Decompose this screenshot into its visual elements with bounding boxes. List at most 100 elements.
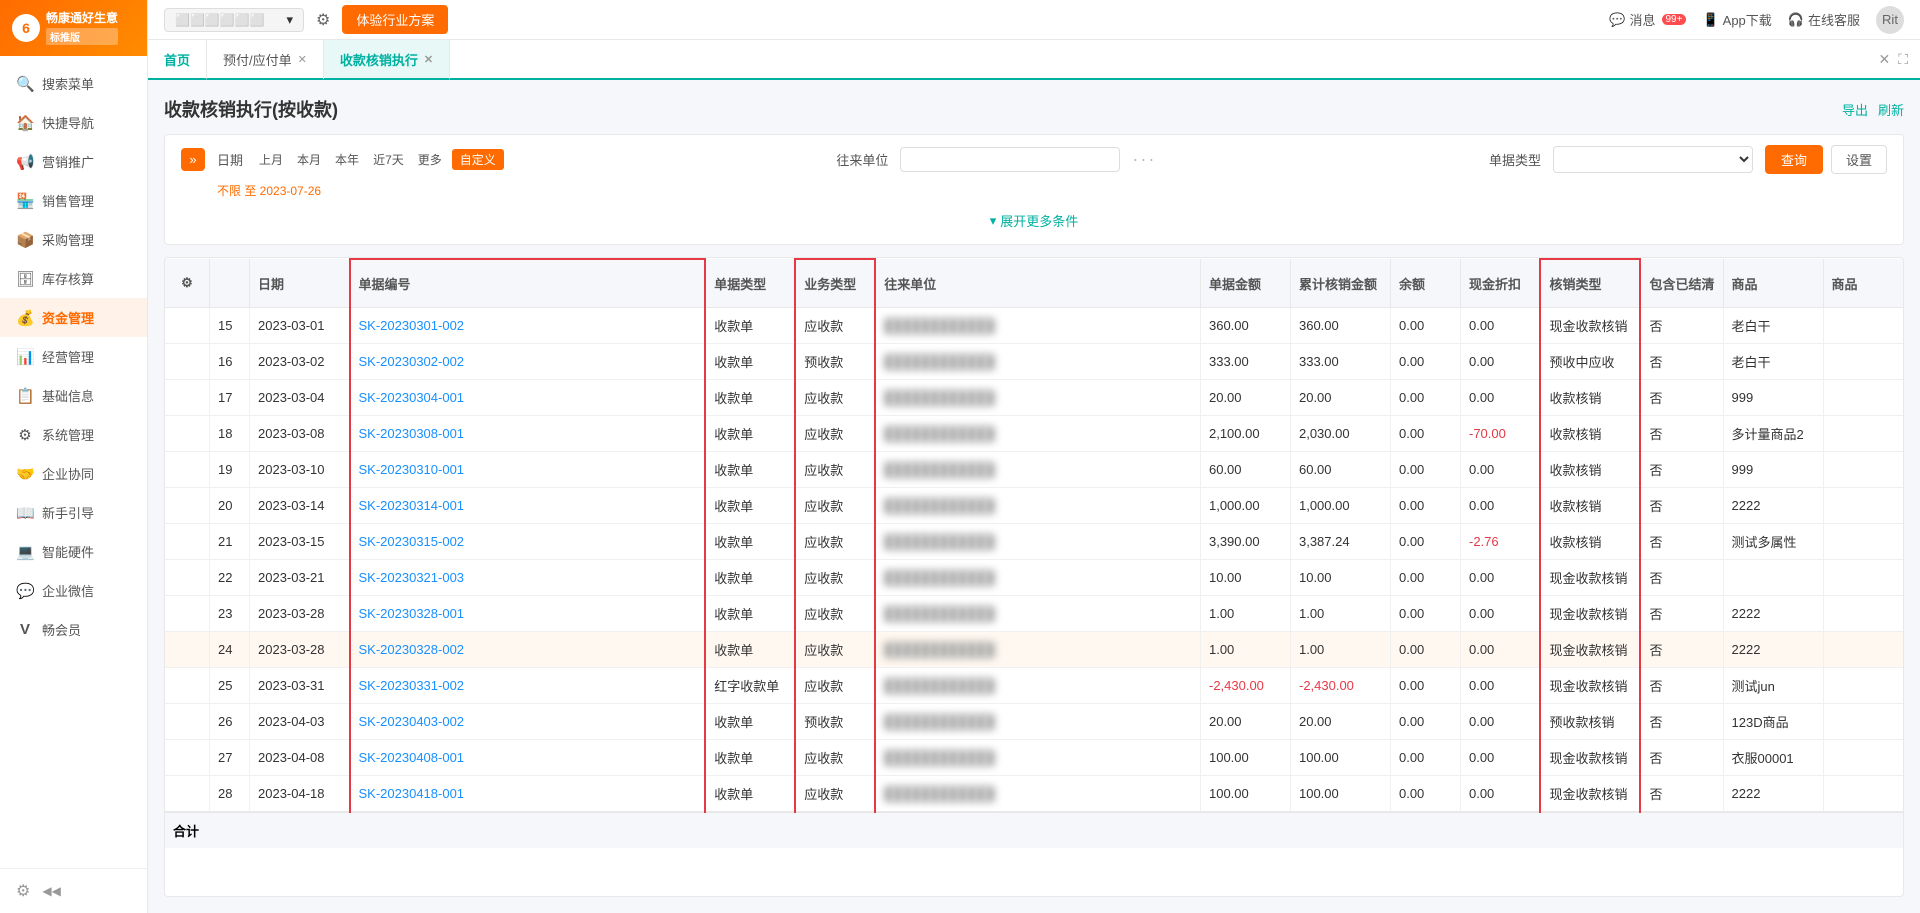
app-download-action[interactable]: 📱 App下载 — [1702, 10, 1771, 29]
table-row[interactable]: 182023-03-08SK-20230308-001收款单应收款███████… — [165, 416, 1903, 452]
cell-bill-amount: 1.00 — [1200, 596, 1290, 632]
sidebar-item-label: 新手引导 — [42, 503, 94, 522]
date-more-btn[interactable]: 更多 — [414, 149, 446, 170]
sidebar-item-finance[interactable]: 💰 资金管理 — [0, 298, 147, 337]
table-row[interactable]: 242023-03-28SK-20230328-002收款单应收款███████… — [165, 632, 1903, 668]
tab-fullscreen-icon[interactable]: ⛶ — [1898, 51, 1908, 68]
expand-more-button[interactable]: ▾ 展开更多条件 — [181, 207, 1887, 234]
brand-selector[interactable]: ⬜⬜⬜⬜⬜⬜ ▾ — [164, 8, 304, 32]
cell-bill-no[interactable]: SK-20230304-001 — [350, 380, 706, 416]
table-row[interactable]: 252023-03-31SK-20230331-002红字收款单应收款█████… — [165, 668, 1903, 704]
cell-include-settled: 否 — [1640, 740, 1723, 776]
cell-biz-type: 应收款 — [795, 308, 875, 344]
solution-button[interactable]: 体验行业方案 — [342, 5, 448, 34]
table-row[interactable]: 212023-03-15SK-20230315-002收款单应收款███████… — [165, 524, 1903, 560]
sidebar-item-label: 搜索菜单 — [42, 74, 94, 93]
tab-prepay[interactable]: 预付/应付单 ✕ — [207, 39, 324, 79]
sidebar-item-operation[interactable]: 📊 经营管理 — [0, 337, 147, 376]
tab-close-all-icon[interactable]: ✕ — [1878, 51, 1890, 68]
sidebar-item-marketing[interactable]: 📢 营销推广 — [0, 142, 147, 181]
cell-bill-no[interactable]: SK-20230328-002 — [350, 632, 706, 668]
table-row[interactable]: 192023-03-10SK-20230310-001收款单应收款███████… — [165, 452, 1903, 488]
date-custom-button[interactable]: 自定义 — [452, 149, 504, 170]
tab-home[interactable]: 首页 — [148, 40, 207, 80]
settings-gear-icon[interactable]: ⚙ — [316, 10, 330, 30]
table-row[interactable]: 152023-03-01SK-20230301-002收款单应收款███████… — [165, 308, 1903, 344]
col-settings[interactable]: ⚙ — [165, 259, 210, 308]
footer-settings-icon[interactable]: ⚙ — [16, 881, 30, 901]
sidebar-item-enterprise[interactable]: 🤝 企业协同 — [0, 454, 147, 493]
table-row[interactable]: 222023-03-21SK-20230321-003收款单应收款███████… — [165, 560, 1903, 596]
cell-accum-cancel: 1,000.00 — [1290, 488, 1390, 524]
cell-cancel-type: 现金收款核销 — [1540, 668, 1640, 704]
sidebar-item-purchase[interactable]: 📦 采购管理 — [0, 220, 147, 259]
cell-bill-no[interactable]: SK-20230301-002 — [350, 308, 706, 344]
cell-bill-no[interactable]: SK-20230321-003 — [350, 560, 706, 596]
cell-bill-no[interactable]: SK-20230328-001 — [350, 596, 706, 632]
col-settings-icon[interactable]: ⚙ — [173, 269, 201, 297]
export-button[interactable]: 导出 — [1842, 100, 1868, 119]
message-action[interactable]: 💬 消息 99+ — [1609, 10, 1686, 29]
sidebar-item-search[interactable]: 🔍 搜索菜单 — [0, 64, 147, 103]
filter-settings-button[interactable]: 设置 — [1831, 145, 1887, 174]
table-row[interactable]: 262023-04-03SK-20230403-002收款单预收款███████… — [165, 704, 1903, 740]
sidebar-item-member[interactable]: V 畅会员 — [0, 610, 147, 649]
sidebar-item-system[interactable]: ⚙ 系统管理 — [0, 415, 147, 454]
tab-receivable-close-icon[interactable]: ✕ — [424, 53, 433, 66]
tab-prepay-close-icon[interactable]: ✕ — [298, 53, 307, 66]
sidebar-item-wechat[interactable]: 💬 企业微信 — [0, 571, 147, 610]
footer-biz-type — [795, 812, 875, 848]
footer-collapse-icon[interactable]: ◀◀ — [42, 884, 60, 898]
sidebar-item-sales[interactable]: 🏪 销售管理 — [0, 181, 147, 220]
cell-include-settled: 否 — [1640, 308, 1723, 344]
table-row[interactable]: 272023-04-08SK-20230408-001收款单应收款███████… — [165, 740, 1903, 776]
refresh-button[interactable]: 刷新 — [1878, 100, 1904, 119]
cell-bill-no[interactable]: SK-20230302-002 — [350, 344, 706, 380]
sidebar-item-quicknav[interactable]: 🏠 快捷导航 — [0, 103, 147, 142]
date-last-month-btn[interactable]: 上月 — [255, 149, 287, 170]
enterprise-icon: 🤝 — [16, 465, 34, 483]
date-7days-btn[interactable]: 近7天 — [369, 149, 408, 170]
tab-receivable[interactable]: 收款核销执行 ✕ — [324, 40, 450, 80]
phone-icon: 📱 — [1702, 12, 1718, 28]
cell-balance: 0.00 — [1390, 308, 1460, 344]
filter-expand-button[interactable]: » — [181, 148, 205, 171]
sidebar-item-guide[interactable]: 📖 新手引导 — [0, 493, 147, 532]
online-service-action[interactable]: 🎧 在线客服 — [1788, 10, 1860, 29]
date-this-month-btn[interactable]: 本月 — [293, 149, 325, 170]
cell-bill-no[interactable]: SK-20230310-001 — [350, 452, 706, 488]
receipt-type-select[interactable] — [1553, 146, 1753, 173]
cell-bill-no[interactable]: SK-20230418-001 — [350, 776, 706, 813]
sidebar: 6 畅康通好生意 标推版 🔍 搜索菜单 🏠 快捷导航 📢 营销推广 🏪 销售管理… — [0, 0, 148, 913]
cell-bill-no[interactable]: SK-20230314-001 — [350, 488, 706, 524]
table-row[interactable]: 202023-03-14SK-20230314-001收款单应收款███████… — [165, 488, 1903, 524]
user-avatar[interactable]: Rit — [1876, 6, 1904, 34]
table-scroll[interactable]: ⚙ 日期 单据编号 单据类型 业务类型 往来单位 单据金额 累计核销金额 余 — [165, 258, 1903, 896]
cell-date: 2023-03-28 — [250, 632, 350, 668]
cell-settings — [165, 704, 210, 740]
cell-biz-type: 应收款 — [795, 740, 875, 776]
sidebar-item-inventory[interactable]: 🗄 库存核算 — [0, 259, 147, 298]
header-actions: 💬 消息 99+ 📱 App下载 🎧 在线客服 Rit — [1609, 6, 1904, 34]
cell-bill-no[interactable]: SK-20230308-001 — [350, 416, 706, 452]
cell-bill-no[interactable]: SK-20230331-002 — [350, 668, 706, 704]
date-this-year-btn[interactable]: 本年 — [331, 149, 363, 170]
cell-bill-type: 收款单 — [705, 740, 795, 776]
query-button[interactable]: 查询 — [1765, 145, 1823, 174]
table-row[interactable]: 282023-04-18SK-20230418-001收款单应收款███████… — [165, 776, 1903, 813]
cell-cash-discount: 0.00 — [1460, 776, 1540, 813]
cell-bill-no[interactable]: SK-20230315-002 — [350, 524, 706, 560]
counterpart-input[interactable] — [900, 147, 1120, 172]
cell-bill-no[interactable]: SK-20230408-001 — [350, 740, 706, 776]
cell-date: 2023-03-15 — [250, 524, 350, 560]
table-row[interactable]: 232023-03-28SK-20230328-001收款单应收款███████… — [165, 596, 1903, 632]
sidebar-item-basic[interactable]: 📋 基础信息 — [0, 376, 147, 415]
cell-rownum: 22 — [210, 560, 250, 596]
cell-settings — [165, 596, 210, 632]
cell-bill-no[interactable]: SK-20230403-002 — [350, 704, 706, 740]
table-row[interactable]: 172023-03-04SK-20230304-001收款单应收款███████… — [165, 380, 1903, 416]
cell-product1: 123D商品 — [1723, 704, 1823, 740]
table-row[interactable]: 162023-03-02SK-20230302-002收款单预收款███████… — [165, 344, 1903, 380]
col-biz-type: 业务类型 — [795, 259, 875, 308]
sidebar-item-hardware[interactable]: 💻 智能硬件 — [0, 532, 147, 571]
